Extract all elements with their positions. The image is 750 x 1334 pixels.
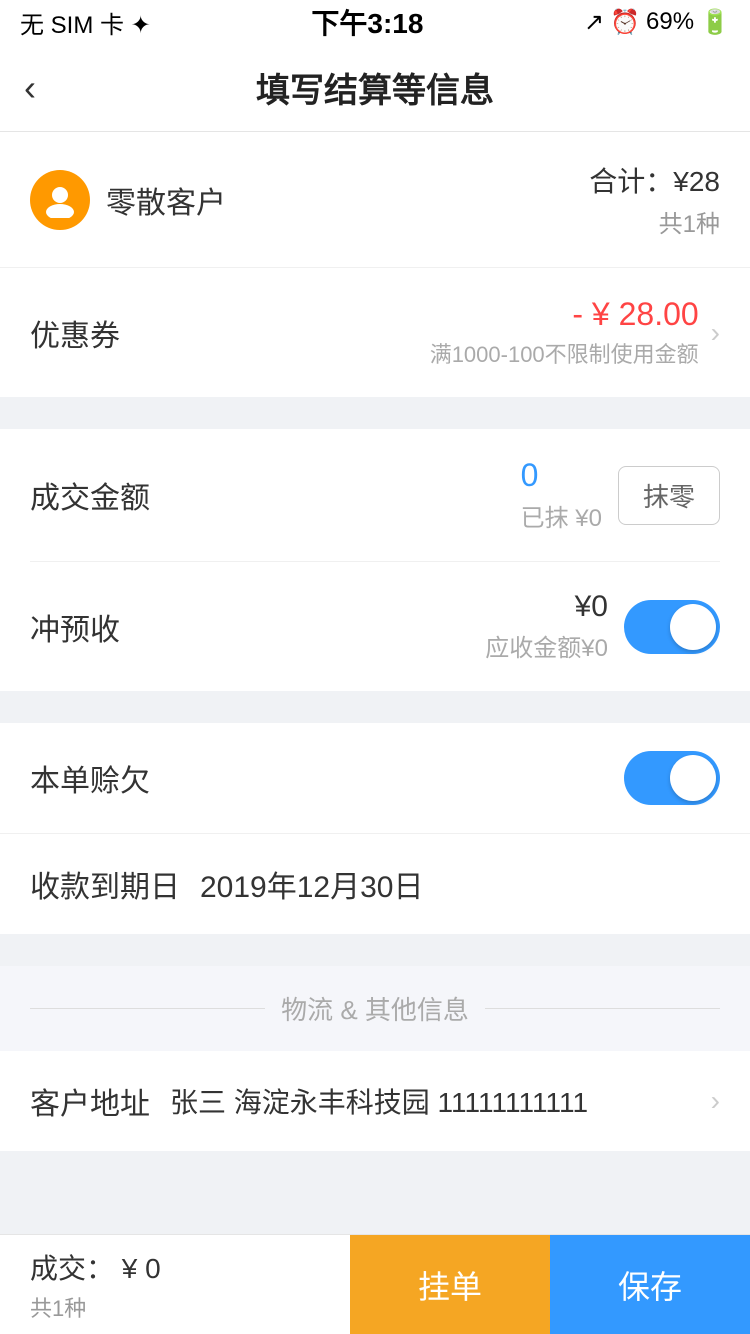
back-button[interactable]: ‹ [24, 67, 36, 109]
bottom-deal-value: ¥ 0 [122, 1253, 161, 1284]
customer-count: 共1种 [589, 204, 720, 239]
avatar [30, 170, 90, 230]
transaction-section: 成交金额 0 已抹 ¥0 抹零 冲预收 ¥0 应收金额¥0 [0, 429, 750, 691]
debt-toggle[interactable] [624, 751, 720, 805]
divider-3 [0, 950, 750, 966]
prepay-sub: 应收金额¥0 [485, 628, 608, 663]
prepay-right: ¥0 应收金额¥0 [485, 590, 720, 663]
customer-left: 零散客户 [30, 170, 226, 230]
debt-section: 本单赊欠 收款到期日 2019年12月30日 [0, 723, 750, 934]
bottom-summary: 成交： ¥ 0 共1种 [0, 1235, 350, 1334]
alarm-icon: ⏰ [610, 8, 640, 37]
prepay-row: 冲预收 ¥0 应收金额¥0 [30, 562, 720, 691]
transaction-amount-value[interactable]: 0 [521, 457, 602, 494]
chevron-right-icon: › [711, 317, 720, 349]
due-date-value: 2019年12月30日 [200, 862, 423, 906]
battery-level: 69% [646, 8, 694, 36]
due-date-label: 收款到期日 [30, 862, 180, 906]
transaction-amount-sub: 已抹 ¥0 [521, 498, 602, 533]
logistics-section: 物流 & 其他信息 [0, 966, 750, 1051]
customer-right: 合计：¥28 共1种 [589, 160, 720, 239]
status-time: 下午3:18 [311, 2, 423, 42]
divider-2 [0, 707, 750, 723]
debt-row: 本单赊欠 [0, 723, 750, 833]
bottom-summary-top: 成交： ¥ 0 [30, 1247, 320, 1287]
nav-bar: ‹ 填写结算等信息 [0, 44, 750, 132]
page-title: 填写结算等信息 [256, 63, 494, 112]
prepay-label: 冲预收 [30, 605, 120, 649]
bottom-bar: 成交： ¥ 0 共1种 挂单 保存 [0, 1234, 750, 1334]
debt-label: 本单赊欠 [30, 756, 150, 800]
address-value: 张三 海淀永丰科技园 11111111111 [170, 1081, 711, 1121]
address-chevron-icon: › [711, 1085, 720, 1117]
coupon-details: - ¥ 28.00 满1000-100不限制使用金额 [430, 296, 699, 369]
coupon-right: - ¥ 28.00 满1000-100不限制使用金额 › [430, 296, 720, 369]
bottom-deal-label: 成交： [30, 1253, 114, 1284]
battery-icon: 🔋 [700, 8, 730, 37]
address-section: 客户地址 张三 海淀永丰科技园 11111111111 › [0, 1051, 750, 1151]
prepay-toggle[interactable] [624, 600, 720, 654]
customer-row: 零散客户 合计：¥28 共1种 [0, 132, 750, 267]
coupon-desc: 满1000-100不限制使用金额 [430, 337, 699, 369]
transaction-amount-right: 0 已抹 ¥0 抹零 [521, 457, 720, 533]
divider-1 [0, 413, 750, 429]
customer-name: 零散客户 [106, 178, 226, 222]
customer-total: 合计：¥28 [589, 160, 720, 200]
hang-sale-button[interactable]: 挂单 [350, 1235, 550, 1334]
coupon-label: 优惠券 [30, 311, 120, 355]
coupon-row[interactable]: 优惠券 - ¥ 28.00 满1000-100不限制使用金额 › [0, 267, 750, 397]
save-button[interactable]: 保存 [550, 1235, 750, 1334]
due-date-row: 收款到期日 2019年12月30日 [0, 833, 750, 934]
round-button[interactable]: 抹零 [618, 466, 720, 525]
location-icon: ↗ [584, 8, 604, 37]
prepay-value: ¥0 [485, 590, 608, 624]
status-right: ↗ ⏰ 69% 🔋 [584, 8, 730, 37]
status-bar: 无 SIM 卡 ✦ 下午3:18 ↗ ⏰ 69% 🔋 [0, 0, 750, 44]
bottom-summary-count: 共1种 [30, 1291, 320, 1323]
customer-section: 零散客户 合计：¥28 共1种 优惠券 - ¥ 28.00 满1000-100不… [0, 132, 750, 397]
logistics-title: 物流 & 其他信息 [281, 990, 469, 1027]
address-label: 客户地址 [30, 1079, 150, 1123]
status-left: 无 SIM 卡 ✦ [20, 5, 151, 40]
logistics-divider: 物流 & 其他信息 [30, 990, 720, 1027]
transaction-amount-label: 成交金额 [30, 473, 150, 517]
coupon-discount: - ¥ 28.00 [430, 296, 699, 333]
sim-status: 无 SIM 卡 ✦ [20, 5, 151, 40]
address-row[interactable]: 客户地址 张三 海淀永丰科技园 11111111111 › [0, 1051, 750, 1151]
transaction-amount-row: 成交金额 0 已抹 ¥0 抹零 [30, 429, 720, 562]
